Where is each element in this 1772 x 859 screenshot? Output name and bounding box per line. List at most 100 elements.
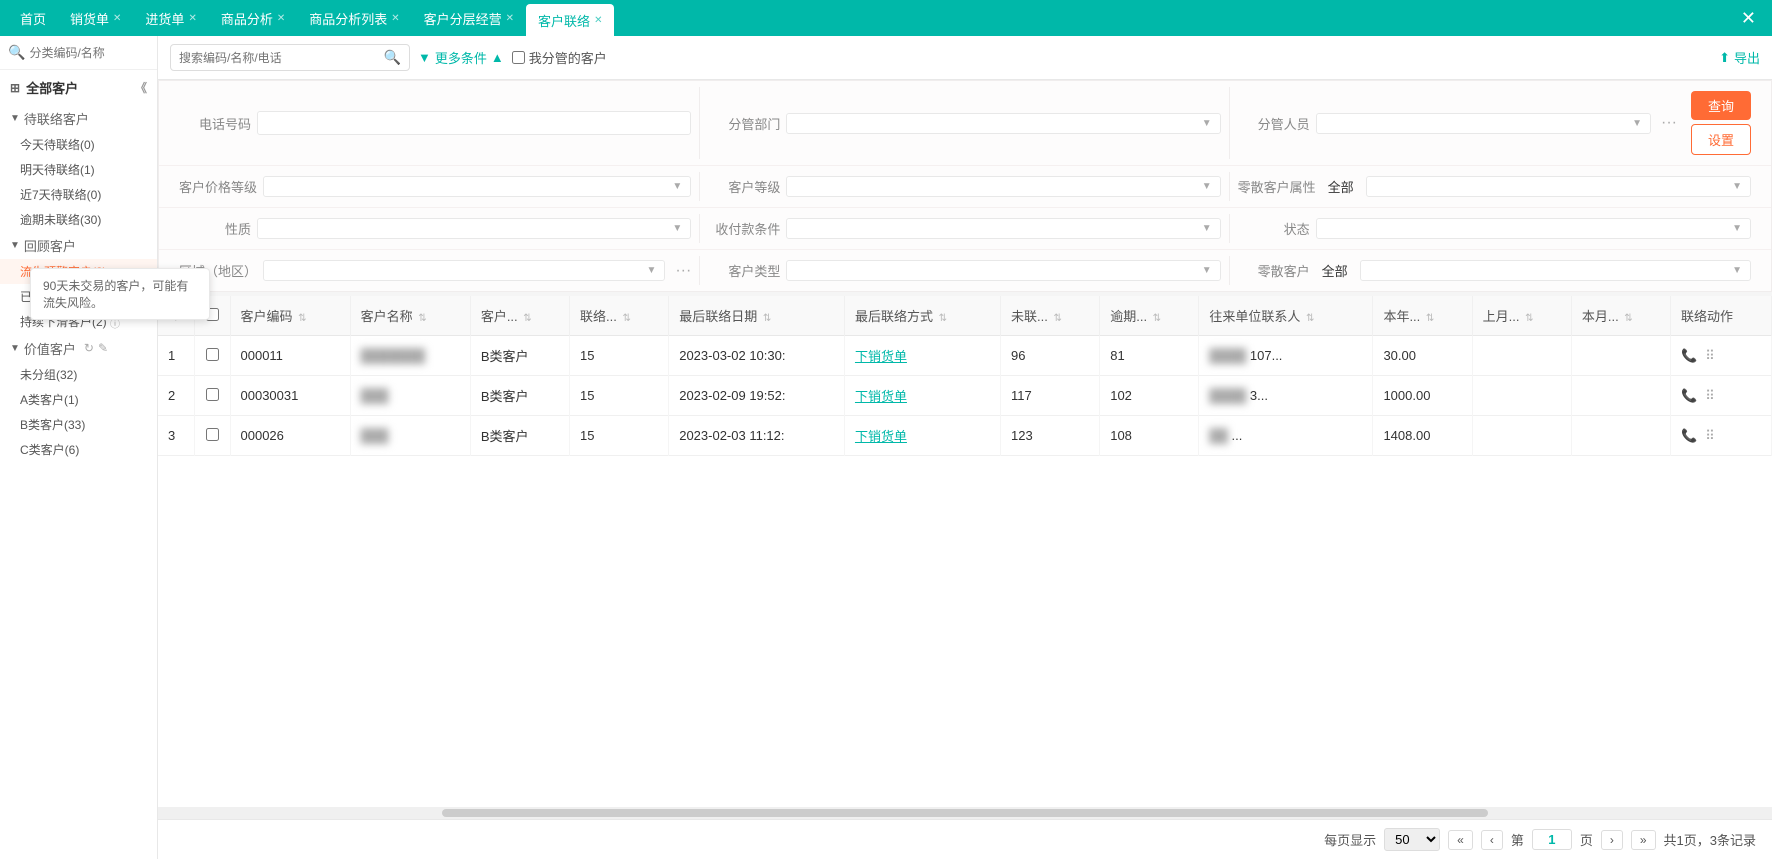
row3-checkbox[interactable]: [206, 428, 219, 441]
tab-product-list[interactable]: 商品分析列表 ✕: [297, 3, 411, 34]
select-price-grade[interactable]: ▼: [263, 176, 691, 197]
close-sales-tab[interactable]: ✕: [113, 13, 121, 24]
sort-this-year[interactable]: ⇅: [1426, 313, 1434, 324]
sidebar-search-input[interactable]: [29, 46, 149, 60]
close-customer-contact-tab[interactable]: ✕: [594, 15, 602, 26]
settings-button[interactable]: 设置: [1691, 124, 1751, 155]
sort-code[interactable]: ⇅: [298, 313, 306, 324]
sidebar-item-ungroup[interactable]: 未分组(32): [0, 362, 157, 387]
person-dots[interactable]: ···: [1661, 114, 1677, 132]
filter-row-3: 性质 ▼ 收付款条件 ▼ 状态: [159, 208, 1771, 250]
sidebar-collapse-btn[interactable]: 《: [135, 79, 147, 96]
tab-customer-contact[interactable]: 客户联络 ✕: [526, 4, 614, 36]
row2-checkbox[interactable]: [206, 388, 219, 401]
tab-product-analysis[interactable]: 商品分析 ✕: [209, 3, 297, 34]
sidebar-item-class-c[interactable]: C类客户(6): [0, 437, 157, 462]
more-conditions-btn[interactable]: ▼ 更多条件 ▲: [418, 48, 504, 67]
first-page-btn[interactable]: «: [1448, 830, 1473, 850]
value-refresh-icon[interactable]: ↻: [84, 341, 94, 355]
sidebar-group-pending[interactable]: ▼ 待联络客户: [0, 105, 157, 132]
sort-this-month[interactable]: ⇅: [1624, 313, 1632, 324]
next-page-btn[interactable]: ›: [1601, 830, 1623, 850]
label-status: 状态: [1238, 219, 1310, 238]
select-dept[interactable]: ▼: [786, 113, 1220, 134]
tab-sales[interactable]: 销货单 ✕: [58, 3, 133, 34]
filter-nature: 性质 ▼: [171, 214, 700, 243]
value-edit-icon[interactable]: ✎: [98, 341, 108, 355]
sort-type[interactable]: ⇅: [523, 313, 531, 324]
select-retail-attr[interactable]: ▼: [1366, 176, 1751, 197]
row3-actions: 📞 ⠿: [1671, 416, 1772, 456]
sort-last-date[interactable]: ⇅: [763, 313, 771, 324]
select-cust-grade[interactable]: ▼: [786, 176, 1220, 197]
row3-overdue: 108: [1100, 416, 1199, 456]
sort-not-contacted[interactable]: ⇅: [1053, 313, 1061, 324]
filter-cust-grade: 客户等级 ▼: [700, 172, 1229, 201]
export-icon: ⬆: [1719, 50, 1730, 66]
close-purchase-tab[interactable]: ✕: [188, 13, 196, 24]
tab-customer-tier[interactable]: 客户分层经营 ✕: [412, 3, 526, 34]
sidebar-group-review[interactable]: ▼ 回顾客户: [0, 232, 157, 259]
close-customer-tier-tab[interactable]: ✕: [506, 13, 514, 24]
row2-more-icon[interactable]: ⠿: [1705, 388, 1715, 404]
row1-checkbox[interactable]: [206, 348, 219, 361]
tab-home[interactable]: 首页: [8, 3, 58, 34]
row3-checkbox-td[interactable]: [194, 416, 230, 456]
prev-page-btn[interactable]: ‹: [1481, 830, 1503, 850]
horizontal-scrollbar[interactable]: [158, 807, 1772, 819]
sort-contact[interactable]: ⇅: [622, 313, 630, 324]
sidebar-item-tomorrow[interactable]: 明天待联络(1): [0, 157, 157, 182]
table-row: 1 000011 ███████ B类客户 15 2023-03-02 10:3…: [158, 336, 1772, 376]
page-number-input[interactable]: [1532, 829, 1572, 850]
sidebar-item-7days[interactable]: 近7天待联络(0): [0, 182, 157, 207]
my-customers-checkbox[interactable]: [512, 51, 525, 64]
row1-checkbox-td[interactable]: [194, 336, 230, 376]
row3-more-icon[interactable]: ⠿: [1705, 428, 1715, 444]
export-btn[interactable]: ⬆ 导出: [1719, 48, 1760, 67]
last-page-btn[interactable]: »: [1631, 830, 1656, 850]
query-button[interactable]: 查询: [1691, 91, 1751, 120]
sidebar-item-class-b[interactable]: B类客户(33): [0, 412, 157, 437]
region-dots[interactable]: ···: [675, 262, 691, 280]
sidebar-group-value[interactable]: ▼ 价值客户 ↻ ✎: [0, 335, 157, 362]
tab-purchase[interactable]: 进货单 ✕: [133, 3, 208, 34]
select-nature[interactable]: ▼: [257, 218, 691, 239]
sidebar-item-today[interactable]: 今天待联络(0): [0, 132, 157, 157]
scrollbar-thumb[interactable]: [442, 809, 1489, 817]
row3-this-month: [1571, 416, 1670, 456]
row1-more-icon[interactable]: ⠿: [1705, 348, 1715, 364]
close-product-list-tab[interactable]: ✕: [391, 13, 399, 24]
input-phone[interactable]: [257, 111, 691, 135]
close-all-button[interactable]: ✕: [1733, 4, 1764, 33]
row1-phone-icon[interactable]: 📞: [1681, 348, 1697, 364]
row2-phone-icon[interactable]: 📞: [1681, 388, 1697, 404]
sort-overdue[interactable]: ⇅: [1153, 313, 1161, 324]
sort-last-month[interactable]: ⇅: [1525, 313, 1533, 324]
sort-name[interactable]: ⇅: [418, 313, 426, 324]
sidebar-item-overdue-contact[interactable]: 逾期未联络(30): [0, 207, 157, 232]
row3-last-month: [1472, 416, 1571, 456]
page-size-select[interactable]: 50 100 200: [1384, 828, 1440, 851]
row3-phone-icon[interactable]: 📞: [1681, 428, 1697, 444]
data-table: ⚙ 客户编码 ⇅ 客户名称 ⇅ 客户... ⇅ 联络... ⇅ 最后联络日期 ⇅…: [158, 296, 1772, 456]
select-payment[interactable]: ▼: [786, 218, 1220, 239]
select-retail-cust[interactable]: ▼: [1360, 260, 1751, 281]
search-input[interactable]: [179, 51, 384, 65]
filter-retail-attr: 零散客户属性 全部 ▼: [1230, 172, 1759, 201]
select-cust-type[interactable]: ▼: [786, 260, 1220, 281]
select-status[interactable]: ▼: [1316, 218, 1751, 239]
sort-unit-contact[interactable]: ⇅: [1306, 313, 1314, 324]
table-row: 2 00030031 ███ B类客户 15 2023-02-09 19:52:…: [158, 376, 1772, 416]
select-region[interactable]: ▼: [263, 260, 665, 281]
row2-checkbox-td[interactable]: [194, 376, 230, 416]
my-customers-checkbox-wrap[interactable]: 我分管的客户: [512, 48, 607, 67]
sort-last-way[interactable]: ⇅: [939, 313, 947, 324]
retail-cust-prefix: 全部: [1322, 261, 1348, 280]
filter-row-2: 客户价格等级 ▼ 客户等级 ▼ 零散客户属性 全部: [159, 166, 1771, 208]
search-icon-btn[interactable]: 🔍: [384, 49, 401, 66]
select-person[interactable]: ▼: [1316, 113, 1651, 134]
page-label: 第: [1511, 830, 1524, 849]
close-product-analysis-tab[interactable]: ✕: [277, 13, 285, 24]
sidebar-item-class-a[interactable]: A类客户(1): [0, 387, 157, 412]
sidebar-all-customers[interactable]: ⊞ 全部客户 《: [0, 70, 157, 105]
